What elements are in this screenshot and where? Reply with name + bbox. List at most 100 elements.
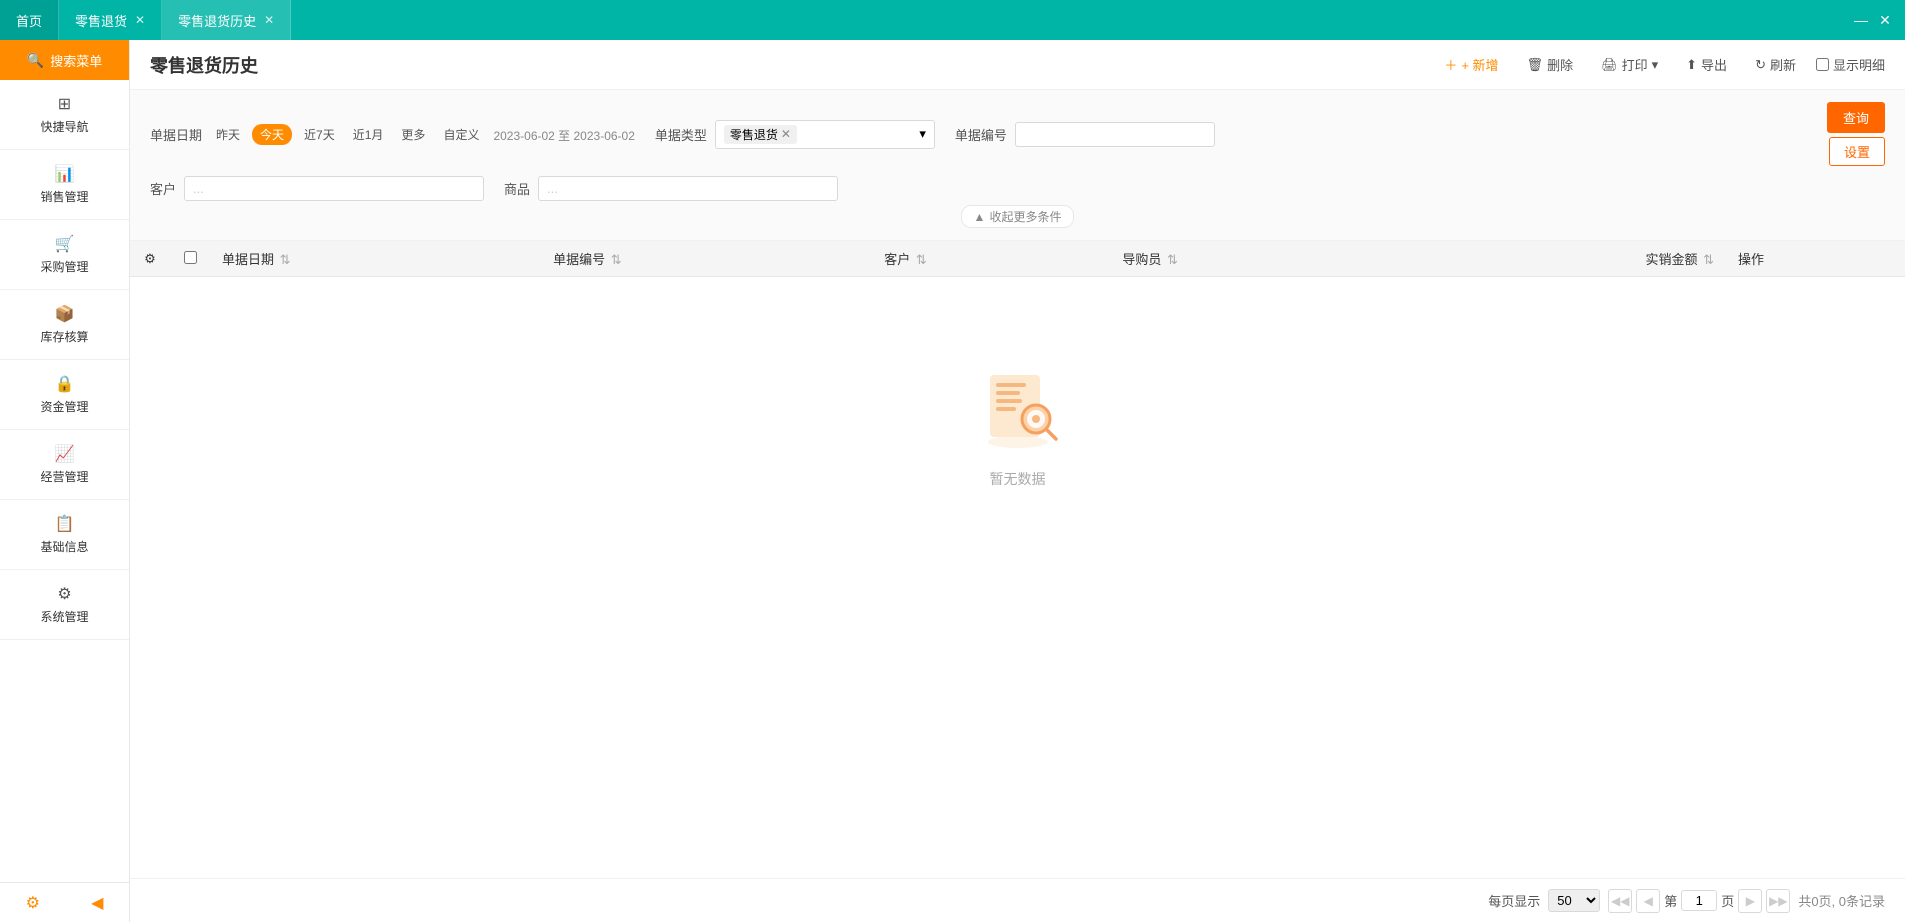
export-button[interactable]: ⬆ 导出 [1678,51,1735,78]
delete-button[interactable]: 🗑 删除 [1519,51,1582,78]
sidebar-item-finance[interactable]: 🔒 资金管理 [0,360,129,430]
tab-home[interactable]: 首页 [0,0,59,40]
next-page-button[interactable]: ▶ [1738,889,1762,913]
col-date: 单据日期 ⇅ [210,241,541,277]
col-date-sort-icon[interactable]: ⇅ [280,252,291,267]
sidebar-item-quick-nav[interactable]: ⊞ 快捷导航 [0,80,129,150]
sidebar-item-inventory[interactable]: 📦 库存核算 [0,290,129,360]
col-number-label: 单据编号 [553,252,605,267]
date-btn-7days[interactable]: 近7天 [298,124,341,145]
tab-retail-return[interactable]: 零售退货 ✕ [59,0,162,40]
date-btn-today[interactable]: 今天 [252,124,292,145]
top-nav: 首页 零售退货 ✕ 零售退货历史 ✕ — ✕ [0,0,1905,40]
close-button[interactable]: ✕ [1877,12,1893,28]
col-action-label: 操作 [1738,252,1764,267]
type-select[interactable]: 零售退货 ✕ ▾ [715,120,935,149]
refresh-button[interactable]: ↻ 刷新 [1747,51,1804,78]
total-info: 共0页, 0条记录 [1798,891,1885,910]
goods-select[interactable]: ... [538,176,838,201]
table-header: ⚙ 单据日期 ⇅ 单据编号 ⇅ [130,241,1905,277]
refresh-icon: ↻ [1755,57,1766,73]
filter-row-2: 客户 ... 商品 ... [150,176,1885,201]
goods-filter-label: 商品 [504,179,530,198]
col-guide: 导购员 ⇅ [1110,241,1395,277]
col-number-sort-icon[interactable]: ⇅ [611,252,622,267]
sidebar-volume-icon[interactable]: ◀ [91,893,103,913]
table-body: 暂无数据 [130,277,1905,570]
sys-icon: ⚙ [55,584,75,604]
date-filter: 单据日期 昨天 今天 近7天 近1月 更多 自定义 2023-06-02 至 2… [150,124,635,145]
page-unit: 页 [1721,891,1734,910]
date-range: 2023-06-02 至 2023-06-02 [493,127,634,144]
page-nav: ◀◀ ◀ 第 页 ▶ ▶▶ [1608,889,1790,913]
type-filter: 单据类型 零售退货 ✕ ▾ [655,120,935,149]
quick-nav-icon: ⊞ [55,94,75,114]
prev-page-button[interactable]: ◀ [1636,889,1660,913]
collapse-row: ▲ 收起更多条件 [150,205,1885,228]
query-button[interactable]: 查询 [1827,102,1885,133]
per-page-select[interactable]: 50 10 20 100 [1548,889,1600,912]
date-filter-label: 单据日期 [150,125,202,144]
goods-filter: 商品 ... [504,176,838,201]
column-settings-icon[interactable]: ⚙ [144,251,156,266]
filter-row-1: 单据日期 昨天 今天 近7天 近1月 更多 自定义 2023-06-02 至 2… [150,102,1885,166]
collapse-button[interactable]: ▲ 收起更多条件 [961,205,1075,228]
type-tag-close-icon[interactable]: ✕ [781,127,791,141]
col-customer-label: 客户 [884,252,910,267]
sidebar-item-sys-label: 系统管理 [40,608,88,625]
tab-retail-return-history[interactable]: 零售退货历史 ✕ [162,0,291,40]
date-btn-custom[interactable]: 自定义 [437,124,485,145]
purchase-icon: 🛒 [55,234,75,254]
tab-retail-return-close[interactable]: ✕ [135,13,145,27]
sidebar-item-sales-label: 销售管理 [40,188,88,205]
date-btn-1month[interactable]: 近1月 [347,124,390,145]
show-detail-label: 显示明细 [1833,55,1885,74]
col-guide-sort-icon[interactable]: ⇅ [1167,252,1178,267]
col-customer-sort-icon[interactable]: ⇅ [916,252,927,267]
number-filter: 单据编号 [955,122,1215,147]
main-table: ⚙ 单据日期 ⇅ 单据编号 ⇅ [130,241,1905,569]
empty-state-cell: 暂无数据 [130,277,1905,570]
table-header-row: ⚙ 单据日期 ⇅ 单据编号 ⇅ [130,241,1905,277]
sidebar-search[interactable]: 🔍 搜索菜单 [0,40,129,80]
new-button[interactable]: ＋ + 新增 [1436,51,1506,78]
page-label: 第 [1664,891,1677,910]
empty-state-row: 暂无数据 [130,277,1905,570]
number-input[interactable] [1015,122,1215,147]
col-settings[interactable]: ⚙ [130,241,170,277]
settings-button[interactable]: 设置 [1829,137,1885,166]
table-container: ⚙ 单据日期 ⇅ 单据编号 ⇅ [130,241,1905,878]
date-btn-more[interactable]: 更多 [395,124,431,145]
show-detail-checkbox[interactable] [1816,58,1829,71]
col-checkbox[interactable] [170,241,210,277]
delete-icon: 🗑 [1527,57,1544,73]
print-icon: 🖨 [1601,57,1618,73]
collapse-arrow-icon: ▲ [974,210,986,224]
sidebar-item-business-mgmt[interactable]: 📈 经营管理 [0,430,129,500]
sidebar-item-sales-mgmt[interactable]: 📊 销售管理 [0,150,129,220]
tab-retail-return-history-close[interactable]: ✕ [264,13,274,27]
sidebar-bottom: ⚙ ◀ [0,882,129,922]
delete-label: 删除 [1547,55,1573,74]
refresh-label: 刷新 [1770,55,1796,74]
sidebar: 🔍 搜索菜单 ⊞ 快捷导航 📊 销售管理 🛒 采购管理 📦 库存核算 🔒 [0,40,130,922]
date-btn-yesterday[interactable]: 昨天 [210,124,246,145]
type-select-dropdown-icon: ▾ [919,126,926,142]
sidebar-item-sys-mgmt[interactable]: ⚙ 系统管理 [0,570,129,640]
page-input[interactable] [1681,890,1717,911]
print-button[interactable]: 🖨 打印 ▾ [1593,51,1666,78]
sidebar-item-finance-label: 资金管理 [40,398,88,415]
select-all-checkbox[interactable] [184,251,197,264]
minimize-button[interactable]: — [1853,12,1869,28]
col-amount-sort-icon[interactable]: ⇅ [1703,252,1714,267]
header-actions: ＋ + 新增 🗑 删除 🖨 打印 ▾ ⬆ 导出 [1436,51,1885,78]
customer-select[interactable]: ... [184,176,484,201]
first-page-button[interactable]: ◀◀ [1608,889,1632,913]
sidebar-settings-icon[interactable]: ⚙ [26,893,40,913]
last-page-button[interactable]: ▶▶ [1766,889,1790,913]
sidebar-items: ⊞ 快捷导航 📊 销售管理 🛒 采购管理 📦 库存核算 🔒 资金管理 📈 [0,80,129,882]
sidebar-item-purchase-mgmt[interactable]: 🛒 采购管理 [0,220,129,290]
filter-area: 单据日期 昨天 今天 近7天 近1月 更多 自定义 2023-06-02 至 2… [130,90,1905,241]
date-buttons: 昨天 今天 近7天 近1月 更多 自定义 [210,124,485,145]
sidebar-item-basic-info[interactable]: 📋 基础信息 [0,500,129,570]
